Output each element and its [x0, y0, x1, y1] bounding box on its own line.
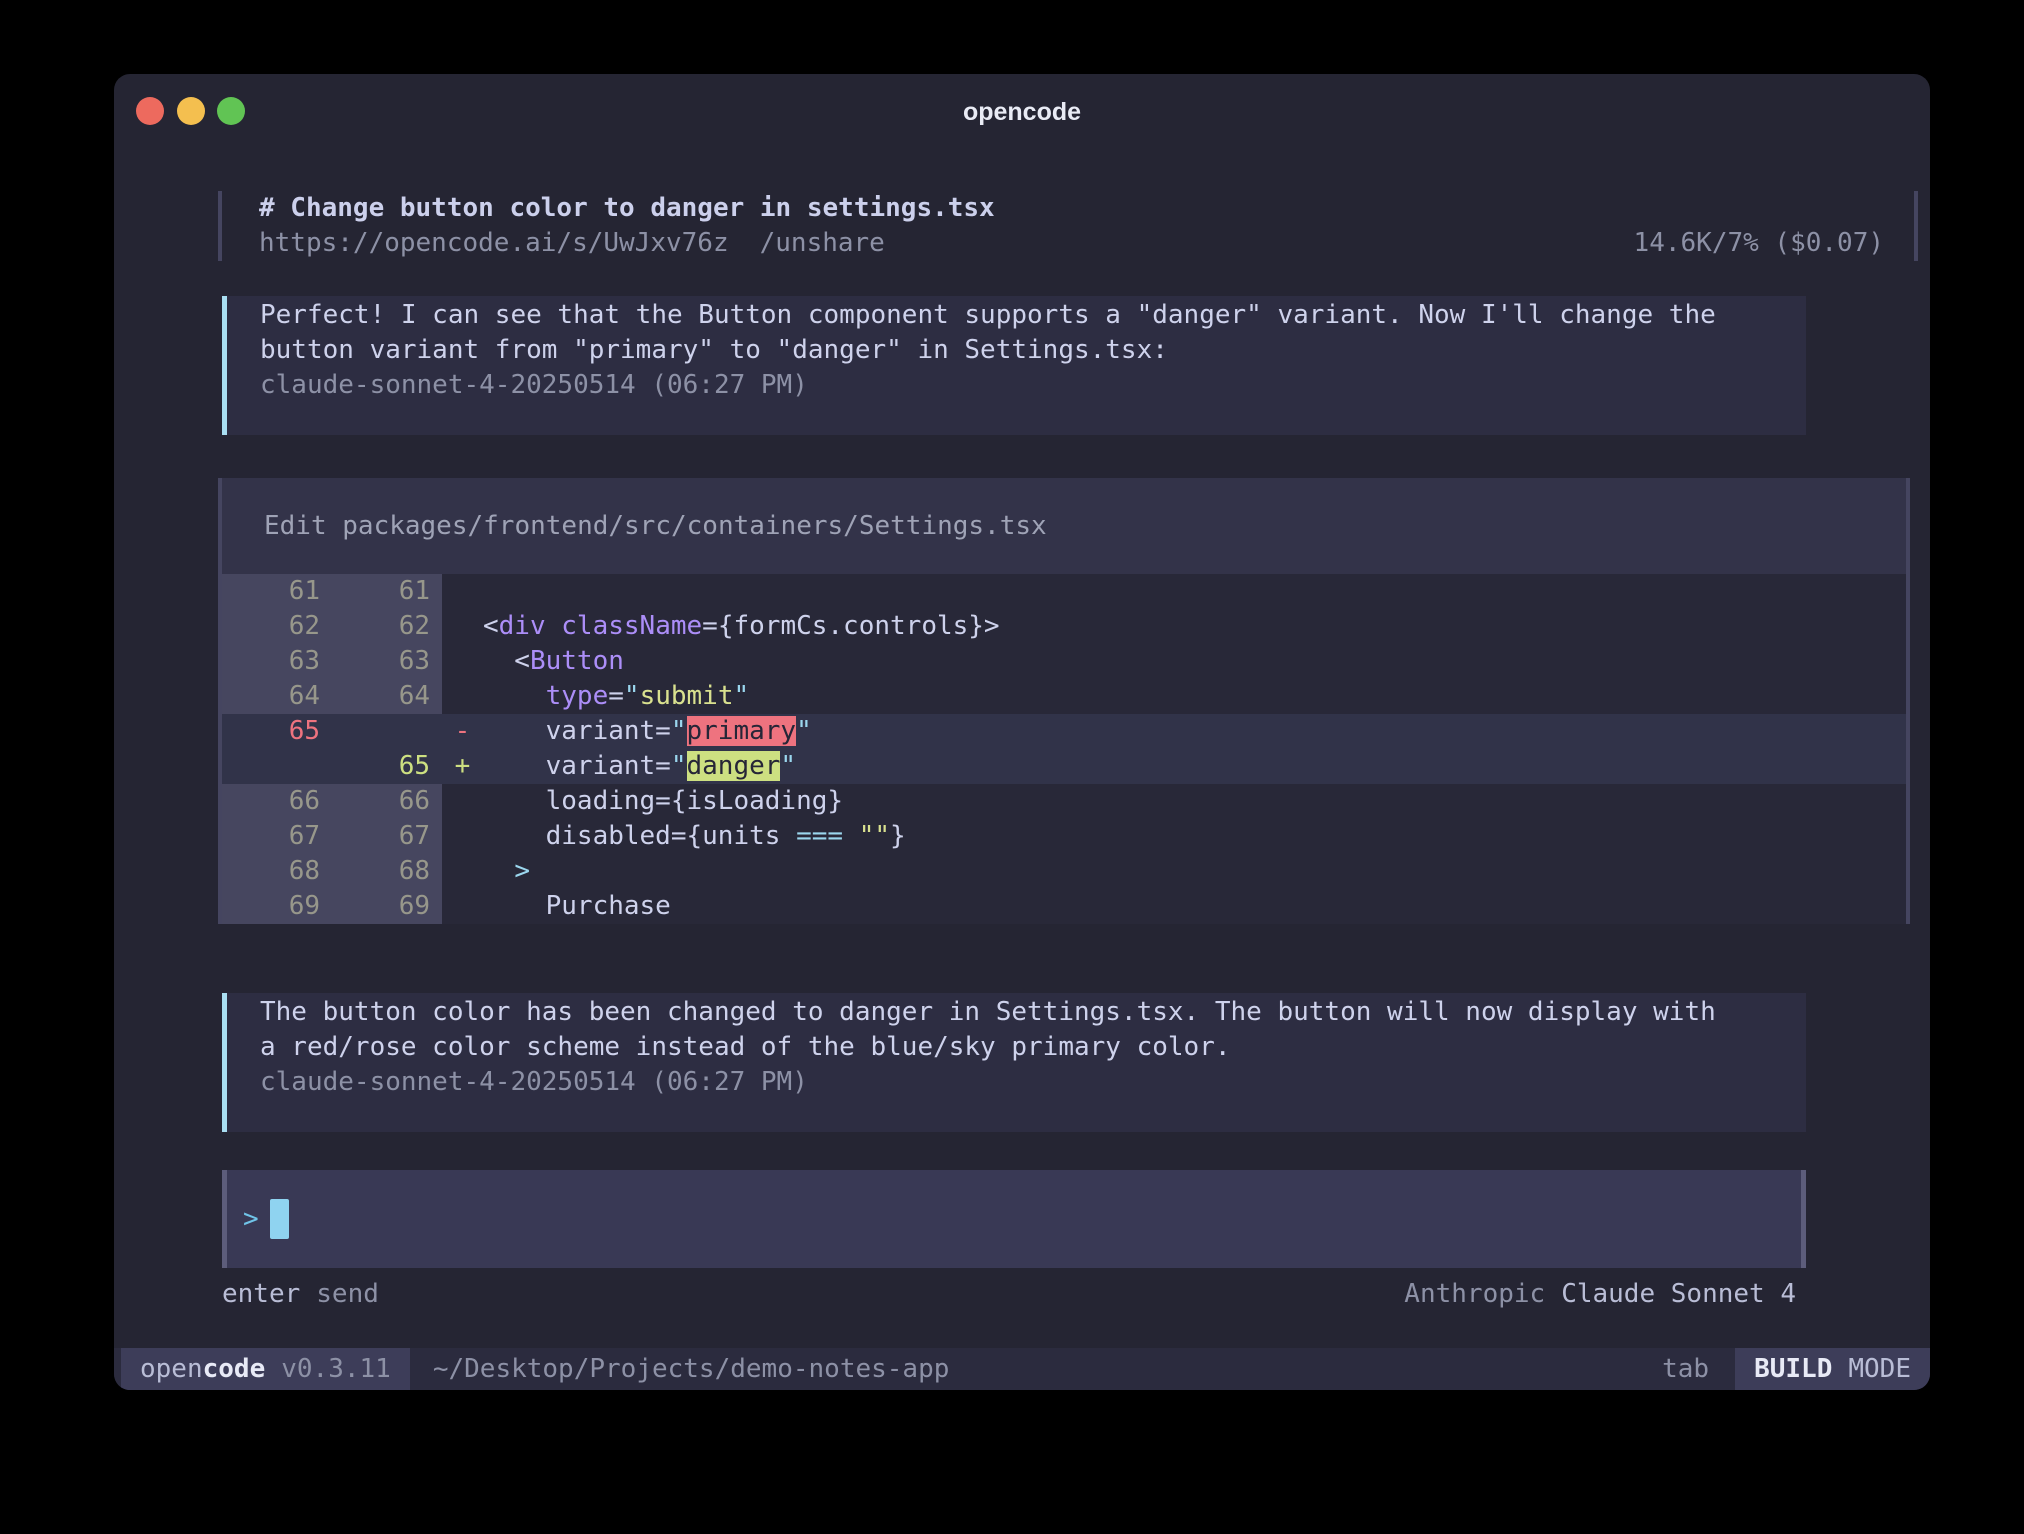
- code-line: type="submit": [483, 679, 1906, 714]
- model-label: Claude Sonnet 4: [1561, 1277, 1796, 1312]
- app-version: v0.3.11: [281, 1354, 391, 1384]
- code-line: Purchase: [483, 889, 1906, 924]
- code-line: variant="danger": [483, 749, 1906, 784]
- hints-row: enter send Anthropic Claude Sonnet 4: [222, 1277, 1796, 1312]
- prompt-input[interactable]: >: [222, 1170, 1806, 1268]
- edit-tool-title: Edit packages/frontend/src/containers/Se…: [222, 511, 1047, 541]
- diff-row: 6868 >: [222, 854, 1906, 889]
- status-bar: opencode v0.3.11 ~/Desktop/Projects/demo…: [114, 1348, 1930, 1390]
- send-action-hint: send: [316, 1277, 379, 1312]
- diff-marker: -: [442, 714, 483, 749]
- message-text-line: The button color has been changed to dan…: [260, 995, 1776, 1030]
- new-line-number: 69: [332, 889, 442, 924]
- old-line-number: 63: [222, 644, 332, 679]
- code-line: variant="primary": [483, 714, 1906, 749]
- message-model-timestamp: claude-sonnet-4-20250514 (06:27 PM): [260, 1065, 1776, 1100]
- new-line-number: 61: [332, 574, 442, 609]
- diff-marker: [442, 854, 483, 889]
- titlebar: opencode: [114, 74, 1930, 164]
- session-title: # Change button color to danger in setti…: [259, 191, 995, 226]
- text-cursor: [270, 1199, 289, 1239]
- diff-row: 6363 <Button: [222, 644, 1906, 679]
- app-name-prefix: open: [140, 1354, 203, 1384]
- diff-marker: [442, 574, 483, 609]
- code-line: loading={isLoading}: [483, 784, 1906, 819]
- diff-row: 6262 <div className={formCs.controls}>: [222, 609, 1906, 644]
- edit-tool-block: Edit packages/frontend/src/containers/Se…: [218, 478, 1910, 924]
- tab-key-hint: tab: [1662, 1348, 1709, 1390]
- diff-marker: [442, 609, 483, 644]
- app-name-suffix: code: [203, 1354, 266, 1384]
- assistant-message: Perfect! I can see that the Button compo…: [222, 296, 1806, 435]
- prompt-char: >: [227, 1204, 259, 1234]
- mode-label: MODE: [1848, 1354, 1911, 1384]
- build-mode-toggle[interactable]: BUILD MODE: [1735, 1348, 1930, 1390]
- share-url[interactable]: https://opencode.ai/s/UwJxv76z: [259, 226, 729, 261]
- old-line-number: 65: [222, 714, 332, 749]
- code-line: disabled={units === ""}: [483, 819, 1906, 854]
- window-title: opencode: [114, 98, 1930, 127]
- message-model-timestamp: claude-sonnet-4-20250514 (06:27 PM): [260, 368, 1776, 403]
- enter-key-hint: enter: [222, 1277, 300, 1312]
- new-line-number: 64: [332, 679, 442, 714]
- new-line-number: 66: [332, 784, 442, 819]
- new-line-number: 68: [332, 854, 442, 889]
- message-text-line: Perfect! I can see that the Button compo…: [260, 298, 1776, 333]
- new-line-number: 67: [332, 819, 442, 854]
- code-line: >: [483, 854, 1906, 889]
- provider-label: Anthropic: [1404, 1277, 1545, 1312]
- diff-marker: +: [442, 749, 483, 784]
- code-line: <Button: [483, 644, 1906, 679]
- diff-row: 6767 disabled={units === ""}: [222, 819, 1906, 854]
- code-line: <div className={formCs.controls}>: [483, 609, 1906, 644]
- mode-name: BUILD: [1754, 1354, 1832, 1384]
- diff-row: 65+ variant="danger": [222, 749, 1906, 784]
- diff-row: 6464 type="submit": [222, 679, 1906, 714]
- old-line-number: 62: [222, 609, 332, 644]
- old-line-number: 66: [222, 784, 332, 819]
- message-text-line: button variant from "primary" to "danger…: [260, 333, 1776, 368]
- diff-row: 6969 Purchase: [222, 889, 1906, 924]
- token-cost-stats: 14.6K/7% ($0.07): [1634, 226, 1884, 261]
- unshare-command[interactable]: /unshare: [760, 226, 885, 261]
- old-line-number: 64: [222, 679, 332, 714]
- diff-rows: 61616262 <div className={formCs.controls}…: [222, 574, 1906, 924]
- new-line-number: 62: [332, 609, 442, 644]
- completion-message: The button color has been changed to dan…: [222, 993, 1806, 1132]
- opencode-window: opencode # Change button color to danger…: [114, 74, 1930, 1390]
- new-line-number: 65: [332, 749, 442, 784]
- diff-marker: [442, 644, 483, 679]
- app-version-segment: opencode v0.3.11: [121, 1348, 410, 1390]
- old-line-number: 68: [222, 854, 332, 889]
- diff-row: 6161: [222, 574, 1906, 609]
- working-directory: ~/Desktop/Projects/demo-notes-app: [433, 1348, 950, 1390]
- diff-row: 6666 loading={isLoading}: [222, 784, 1906, 819]
- old-line-number: 67: [222, 819, 332, 854]
- diff-marker: [442, 784, 483, 819]
- diff-row: 65 - variant="primary": [222, 714, 1906, 749]
- message-text-line: a red/rose color scheme instead of the b…: [260, 1030, 1776, 1065]
- code-line: [483, 574, 1906, 609]
- diff-marker: [442, 679, 483, 714]
- diff-marker: [442, 819, 483, 854]
- new-line-number: 63: [332, 644, 442, 679]
- diff-marker: [442, 889, 483, 924]
- edit-tool-header: Edit packages/frontend/src/containers/Se…: [222, 478, 1906, 574]
- session-header: # Change button color to danger in setti…: [218, 191, 1918, 261]
- new-line-number: [332, 714, 442, 749]
- old-line-number: 61: [222, 574, 332, 609]
- old-line-number: 69: [222, 889, 332, 924]
- old-line-number: [222, 749, 332, 784]
